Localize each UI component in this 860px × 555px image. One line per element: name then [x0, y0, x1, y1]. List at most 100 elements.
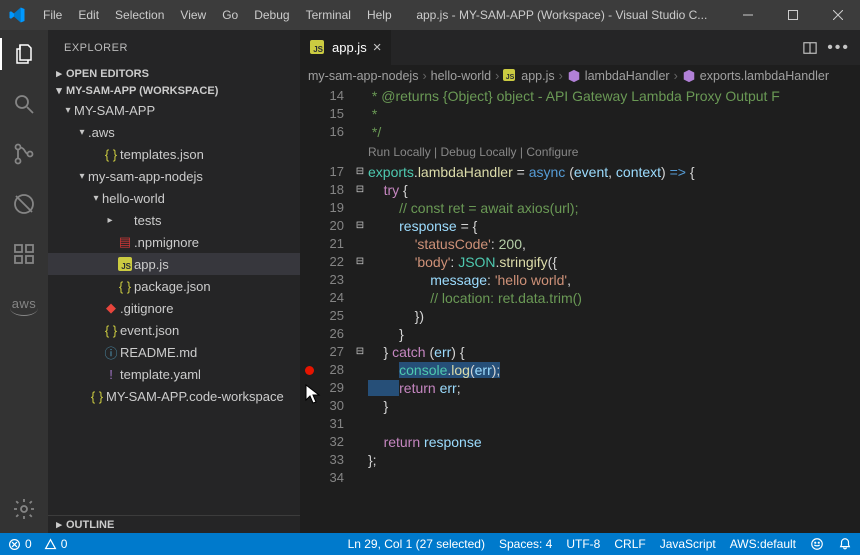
- tree-root[interactable]: ▾MY-SAM-APP: [48, 99, 300, 121]
- method-icon: [567, 69, 581, 83]
- debug-icon: [12, 192, 36, 216]
- tree-folder-aws[interactable]: ▾.aws: [48, 121, 300, 143]
- bell-icon: [838, 537, 852, 551]
- status-bar: 0 0 Ln 29, Col 1 (27 selected) Spaces: 4…: [0, 533, 860, 555]
- tree-folder-tests[interactable]: ▸tests: [48, 209, 300, 231]
- menu-terminal[interactable]: Terminal: [299, 5, 358, 25]
- status-aws[interactable]: AWS:default: [730, 537, 796, 551]
- vscode-logo-icon: [8, 6, 26, 24]
- maximize-button[interactable]: [770, 0, 815, 30]
- tree-file-readme[interactable]: ⓘREADME.md: [48, 341, 300, 363]
- tree-file-template[interactable]: !template.yaml: [48, 363, 300, 385]
- tree-file-event[interactable]: { }event.json: [48, 319, 300, 341]
- git-icon: ◆: [102, 300, 120, 316]
- error-icon: [8, 538, 21, 551]
- close-tab-icon[interactable]: ×: [373, 39, 382, 56]
- main-menu: File Edit Selection View Go Debug Termin…: [36, 5, 399, 25]
- titlebar: File Edit Selection View Go Debug Termin…: [0, 0, 860, 30]
- code-editor[interactable]: 14 * @returns {Object} object - API Gate…: [300, 87, 860, 533]
- status-encoding[interactable]: UTF-8: [566, 537, 600, 551]
- crumb-item[interactable]: hello-world: [431, 69, 491, 83]
- status-bell[interactable]: [838, 537, 852, 551]
- breadcrumbs[interactable]: my-sam-app-nodejs› hello-world› JS app.j…: [300, 65, 860, 87]
- codelens-configure[interactable]: Configure: [526, 145, 578, 159]
- tree-label: hello-world: [102, 191, 165, 206]
- status-warnings[interactable]: 0: [44, 537, 68, 551]
- tab-appjs[interactable]: JS app.js ×: [300, 30, 392, 65]
- activity-scm[interactable]: [0, 138, 48, 170]
- json-icon: { }: [88, 389, 106, 404]
- activity-explorer[interactable]: [0, 38, 48, 70]
- menu-selection[interactable]: Selection: [108, 5, 171, 25]
- tree-file-package[interactable]: { }package.json: [48, 275, 300, 297]
- tree-label: templates.json: [120, 147, 204, 162]
- js-icon: JS: [116, 257, 134, 271]
- json-icon: { }: [116, 279, 134, 294]
- search-icon: [12, 92, 36, 116]
- warning-icon: [44, 538, 57, 551]
- section-outline[interactable]: ▸ OUTLINE: [48, 515, 300, 533]
- editor-area: JS app.js × ••• my-sam-app-nodejs› hello…: [300, 30, 860, 533]
- aws-icon: aws: [12, 296, 37, 311]
- section-workspace[interactable]: ▾ MY-SAM-APP (WORKSPACE): [48, 82, 300, 99]
- workspace-label: MY-SAM-APP (WORKSPACE): [66, 85, 218, 97]
- activity-debug[interactable]: [0, 188, 48, 220]
- tree-folder-nodejs[interactable]: ▾my-sam-app-nodejs: [48, 165, 300, 187]
- json-icon: { }: [102, 323, 120, 338]
- crumb-item[interactable]: my-sam-app-nodejs: [308, 69, 418, 83]
- menu-go[interactable]: Go: [215, 5, 245, 25]
- status-errors[interactable]: 0: [8, 537, 32, 551]
- files-icon: [12, 42, 36, 66]
- tree-label: README.md: [120, 345, 197, 360]
- breakpoint-icon[interactable]: [300, 366, 318, 375]
- activity-settings[interactable]: [0, 493, 48, 525]
- tree-file-appjs[interactable]: JSapp.js: [48, 253, 300, 275]
- json-icon: { }: [102, 147, 120, 162]
- codelens: Run Locally | Debug Locally | Configure: [300, 141, 860, 163]
- status-feedback[interactable]: [810, 537, 824, 551]
- tree-label: .gitignore: [120, 301, 173, 316]
- js-icon: JS: [310, 40, 326, 56]
- npm-icon: ▤: [116, 234, 134, 250]
- status-eol[interactable]: CRLF: [614, 537, 645, 551]
- crumb-item[interactable]: app.js: [521, 69, 554, 83]
- close-button[interactable]: [815, 0, 860, 30]
- status-language[interactable]: JavaScript: [660, 537, 716, 551]
- tab-actions: •••: [793, 30, 860, 65]
- split-editor-icon[interactable]: [803, 41, 817, 55]
- feedback-icon: [810, 537, 824, 551]
- file-tree: ▾MY-SAM-APP ▾.aws { }templates.json ▾my-…: [48, 99, 300, 515]
- crumb-item[interactable]: lambdaHandler: [585, 69, 670, 83]
- section-open-editors[interactable]: ▸ OPEN EDITORS: [48, 65, 300, 82]
- menu-view[interactable]: View: [173, 5, 213, 25]
- tree-folder-hello[interactable]: ▾hello-world: [48, 187, 300, 209]
- chevron-right-icon: ▸: [52, 518, 66, 531]
- extensions-icon: [12, 242, 36, 266]
- tree-file-codeworkspace[interactable]: { }MY-SAM-APP.code-workspace: [48, 385, 300, 407]
- tree-label: MY-SAM-APP: [74, 103, 155, 118]
- yaml-icon: !: [102, 367, 120, 382]
- source-control-icon: [12, 142, 36, 166]
- activity-extensions[interactable]: [0, 238, 48, 270]
- tree-file-gitignore[interactable]: ◆.gitignore: [48, 297, 300, 319]
- js-icon: JS: [503, 69, 517, 83]
- info-icon: ⓘ: [102, 343, 120, 362]
- crumb-item[interactable]: exports.lambdaHandler: [700, 69, 829, 83]
- activity-search[interactable]: [0, 88, 48, 120]
- menu-edit[interactable]: Edit: [71, 5, 106, 25]
- tree-label: MY-SAM-APP.code-workspace: [106, 389, 284, 404]
- tree-label: app.js: [134, 257, 169, 272]
- codelens-debug[interactable]: Debug Locally: [441, 145, 517, 159]
- more-actions-icon[interactable]: •••: [827, 39, 850, 57]
- tree-file-npmignore[interactable]: ▤.npmignore: [48, 231, 300, 253]
- minimize-button[interactable]: [725, 0, 770, 30]
- menu-file[interactable]: File: [36, 5, 69, 25]
- status-cursor[interactable]: Ln 29, Col 1 (27 selected): [348, 537, 485, 551]
- activity-aws[interactable]: aws: [0, 288, 48, 326]
- status-spaces[interactable]: Spaces: 4: [499, 537, 552, 551]
- menu-debug[interactable]: Debug: [247, 5, 296, 25]
- tree-file-templates[interactable]: { }templates.json: [48, 143, 300, 165]
- menu-help[interactable]: Help: [360, 5, 399, 25]
- tree-label: my-sam-app-nodejs: [88, 169, 203, 184]
- codelens-run[interactable]: Run Locally: [368, 145, 431, 159]
